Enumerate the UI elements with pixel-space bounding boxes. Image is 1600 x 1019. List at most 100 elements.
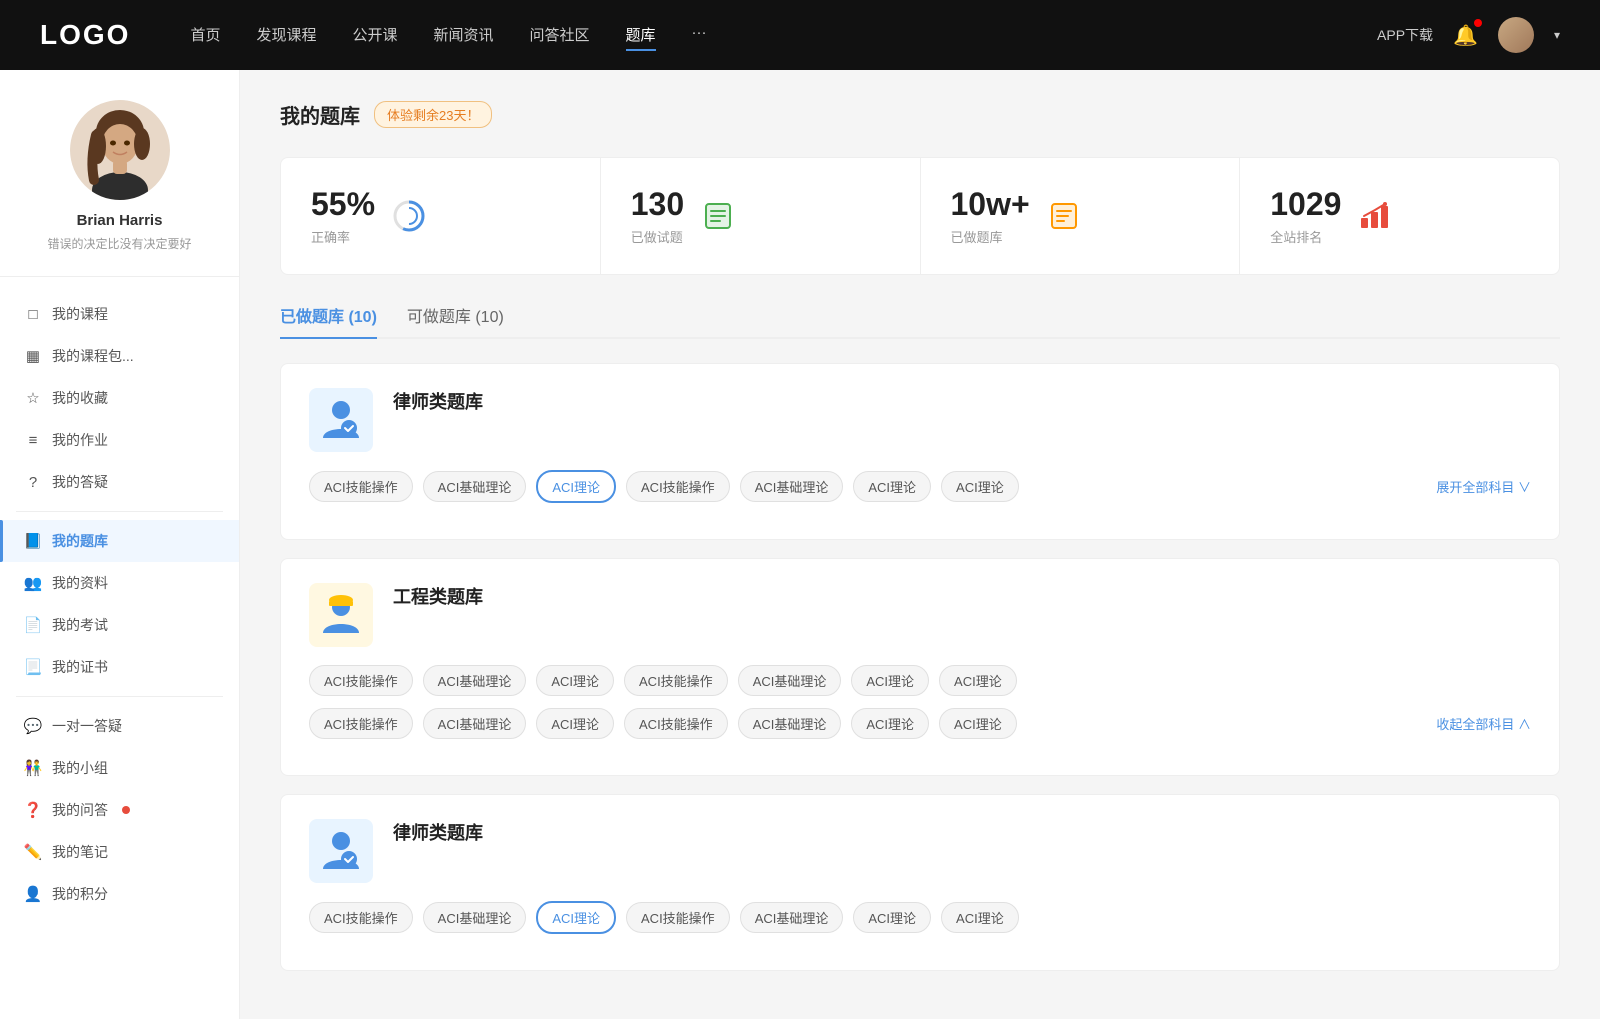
- tag-2-5[interactable]: ACI基础理论: [738, 665, 842, 696]
- nav-questionbank[interactable]: 题库: [626, 20, 656, 51]
- nav-qa[interactable]: 问答社区: [530, 20, 590, 51]
- tag-2-1[interactable]: ACI技能操作: [309, 665, 413, 696]
- sidebar-item-label: 我的证书: [52, 657, 108, 677]
- tag-1-3[interactable]: ACI理论: [536, 470, 616, 503]
- tag-3-2[interactable]: ACI基础理论: [423, 902, 527, 933]
- course-packs-icon: ▦: [24, 347, 42, 365]
- stat-accuracy-icon: [391, 198, 427, 234]
- tag-1-6[interactable]: ACI理论: [853, 471, 931, 502]
- qbank-card-2-icon: [309, 583, 373, 647]
- sidebar-menu: □ 我的课程 ▦ 我的课程包... ☆ 我的收藏 ≡ 我的作业 ? 我的答疑 📘: [0, 293, 239, 915]
- sidebar-item-courses[interactable]: □ 我的课程: [0, 293, 239, 335]
- page-title: 我的题库: [280, 100, 360, 129]
- tab-done-banks[interactable]: 已做题库 (10): [280, 303, 377, 337]
- sidebar-item-label: 我的收藏: [52, 388, 108, 408]
- stat-done-questions-label: 已做试题: [631, 227, 684, 246]
- user-menu-chevron[interactable]: ▾: [1554, 28, 1560, 42]
- questionbank-icon: 📘: [24, 532, 42, 550]
- app-download[interactable]: APP下载: [1377, 25, 1433, 45]
- tag-2-r2-6[interactable]: ACI理论: [851, 708, 929, 739]
- tag-3-3[interactable]: ACI理论: [536, 901, 616, 934]
- bell-icon: 🔔: [1453, 25, 1478, 47]
- logo[interactable]: LOGO: [40, 19, 130, 51]
- nav-news[interactable]: 新闻资讯: [434, 20, 494, 51]
- header-right: APP下载 🔔 ▾: [1377, 17, 1560, 53]
- tag-2-4[interactable]: ACI技能操作: [624, 665, 728, 696]
- tag-2-r2-1[interactable]: ACI技能操作: [309, 708, 413, 739]
- sidebar-item-exams[interactable]: 📄 我的考试: [0, 604, 239, 646]
- sidebar-item-notes[interactable]: ✏️ 我的笔记: [0, 831, 239, 873]
- collapse-btn-2[interactable]: 收起全部科目 ∧: [1436, 714, 1531, 733]
- tag-3-7[interactable]: ACI理论: [941, 902, 1019, 933]
- bell-badge: [1474, 19, 1482, 27]
- stat-rank-text: 1029 全站排名: [1270, 186, 1341, 246]
- sidebar-item-materials[interactable]: 👥 我的资料: [0, 562, 239, 604]
- qbank-card-1-header: 律师类题库: [309, 388, 1531, 452]
- sidebar-item-points[interactable]: 👤 我的积分: [0, 873, 239, 915]
- tag-3-4[interactable]: ACI技能操作: [626, 902, 730, 933]
- sidebar-item-1to1qa[interactable]: 💬 一对一答疑: [0, 705, 239, 747]
- notification-bell[interactable]: 🔔: [1453, 23, 1478, 48]
- main-content: 我的题库 体验剩余23天！ 55% 正确率: [240, 70, 1600, 1019]
- sidebar-divider-2: [16, 696, 223, 697]
- sidebar-item-course-packs[interactable]: ▦ 我的课程包...: [0, 335, 239, 377]
- main-nav: 首页 发现课程 公开课 新闻资讯 问答社区 题库 ···: [190, 20, 1377, 51]
- tag-2-r2-3[interactable]: ACI理论: [536, 708, 614, 739]
- tag-3-6[interactable]: ACI理论: [853, 902, 931, 933]
- sidebar-item-label: 我的答疑: [52, 472, 108, 492]
- sidebar-item-label: 我的课程: [52, 304, 108, 324]
- sidebar-item-questionbank[interactable]: 📘 我的题库: [0, 520, 239, 562]
- tag-2-r2-7[interactable]: ACI理论: [939, 708, 1017, 739]
- qbank-card-2-header: 工程类题库: [309, 583, 1531, 647]
- profile-motto: 错误的决定比没有决定要好: [47, 235, 191, 252]
- stat-accuracy: 55% 正确率: [281, 158, 601, 274]
- tag-2-r2-2[interactable]: ACI基础理论: [423, 708, 527, 739]
- groups-icon: 👫: [24, 759, 42, 777]
- nav-home[interactable]: 首页: [190, 20, 220, 51]
- stat-done-banks-icon: [1046, 198, 1082, 234]
- sidebar-item-label: 我的考试: [52, 615, 108, 635]
- sidebar-item-label: 一对一答疑: [52, 716, 122, 736]
- tag-2-r2-5[interactable]: ACI基础理论: [738, 708, 842, 739]
- 1to1qa-icon: 💬: [24, 717, 42, 735]
- expand-btn-1[interactable]: 展开全部科目 ∨: [1436, 477, 1531, 496]
- courses-icon: □: [24, 305, 42, 323]
- tag-2-r2-4[interactable]: ACI技能操作: [624, 708, 728, 739]
- tag-2-6[interactable]: ACI理论: [851, 665, 929, 696]
- tag-1-1[interactable]: ACI技能操作: [309, 471, 413, 502]
- nav-open[interactable]: 公开课: [352, 20, 397, 51]
- qbank-card-3-title-wrap: 律师类题库: [393, 819, 483, 845]
- page-layout: Brian Harris 错误的决定比没有决定要好 □ 我的课程 ▦ 我的课程包…: [0, 70, 1600, 1019]
- sidebar-item-myqa[interactable]: ❓ 我的问答: [0, 789, 239, 831]
- sidebar-item-label: 我的小组: [52, 758, 108, 778]
- nav-more[interactable]: ···: [692, 20, 707, 51]
- qbank-card-1-title-wrap: 律师类题库: [393, 388, 483, 414]
- stat-accuracy-value: 55%: [311, 186, 375, 223]
- qa-badge: [122, 806, 130, 814]
- stat-done-questions-icon: [700, 198, 736, 234]
- tag-1-5[interactable]: ACI基础理论: [740, 471, 844, 502]
- avatar-image: [1498, 17, 1534, 53]
- tag-1-4[interactable]: ACI技能操作: [626, 471, 730, 502]
- sidebar-item-qa[interactable]: ? 我的答疑: [0, 461, 239, 503]
- qbank-card-1-tags: ACI技能操作 ACI基础理论 ACI理论 ACI技能操作 ACI基础理论 AC…: [309, 470, 1531, 503]
- sidebar-item-groups[interactable]: 👫 我的小组: [0, 747, 239, 789]
- sidebar-item-label: 我的笔记: [52, 842, 108, 862]
- tag-2-3[interactable]: ACI理论: [536, 665, 614, 696]
- tabs-row: 已做题库 (10) 可做题库 (10): [280, 303, 1560, 339]
- user-avatar[interactable]: [1498, 17, 1534, 53]
- sidebar-item-homework[interactable]: ≡ 我的作业: [0, 419, 239, 461]
- sidebar-item-certificate[interactable]: 📃 我的证书: [0, 646, 239, 688]
- qbank-card-2-tags-row1: ACI技能操作 ACI基础理论 ACI理论 ACI技能操作 ACI基础理论 AC…: [309, 665, 1531, 696]
- tag-2-7[interactable]: ACI理论: [939, 665, 1017, 696]
- tag-2-2[interactable]: ACI基础理论: [423, 665, 527, 696]
- tag-3-1[interactable]: ACI技能操作: [309, 902, 413, 933]
- sidebar-item-favorites[interactable]: ☆ 我的收藏: [0, 377, 239, 419]
- nav-discover[interactable]: 发现课程: [256, 20, 316, 51]
- stat-accuracy-label: 正确率: [311, 227, 375, 246]
- qbank-card-2-title: 工程类题库: [393, 583, 483, 609]
- tag-1-2[interactable]: ACI基础理论: [423, 471, 527, 502]
- tab-available-banks[interactable]: 可做题库 (10): [407, 303, 504, 337]
- tag-1-7[interactable]: ACI理论: [941, 471, 1019, 502]
- tag-3-5[interactable]: ACI基础理论: [740, 902, 844, 933]
